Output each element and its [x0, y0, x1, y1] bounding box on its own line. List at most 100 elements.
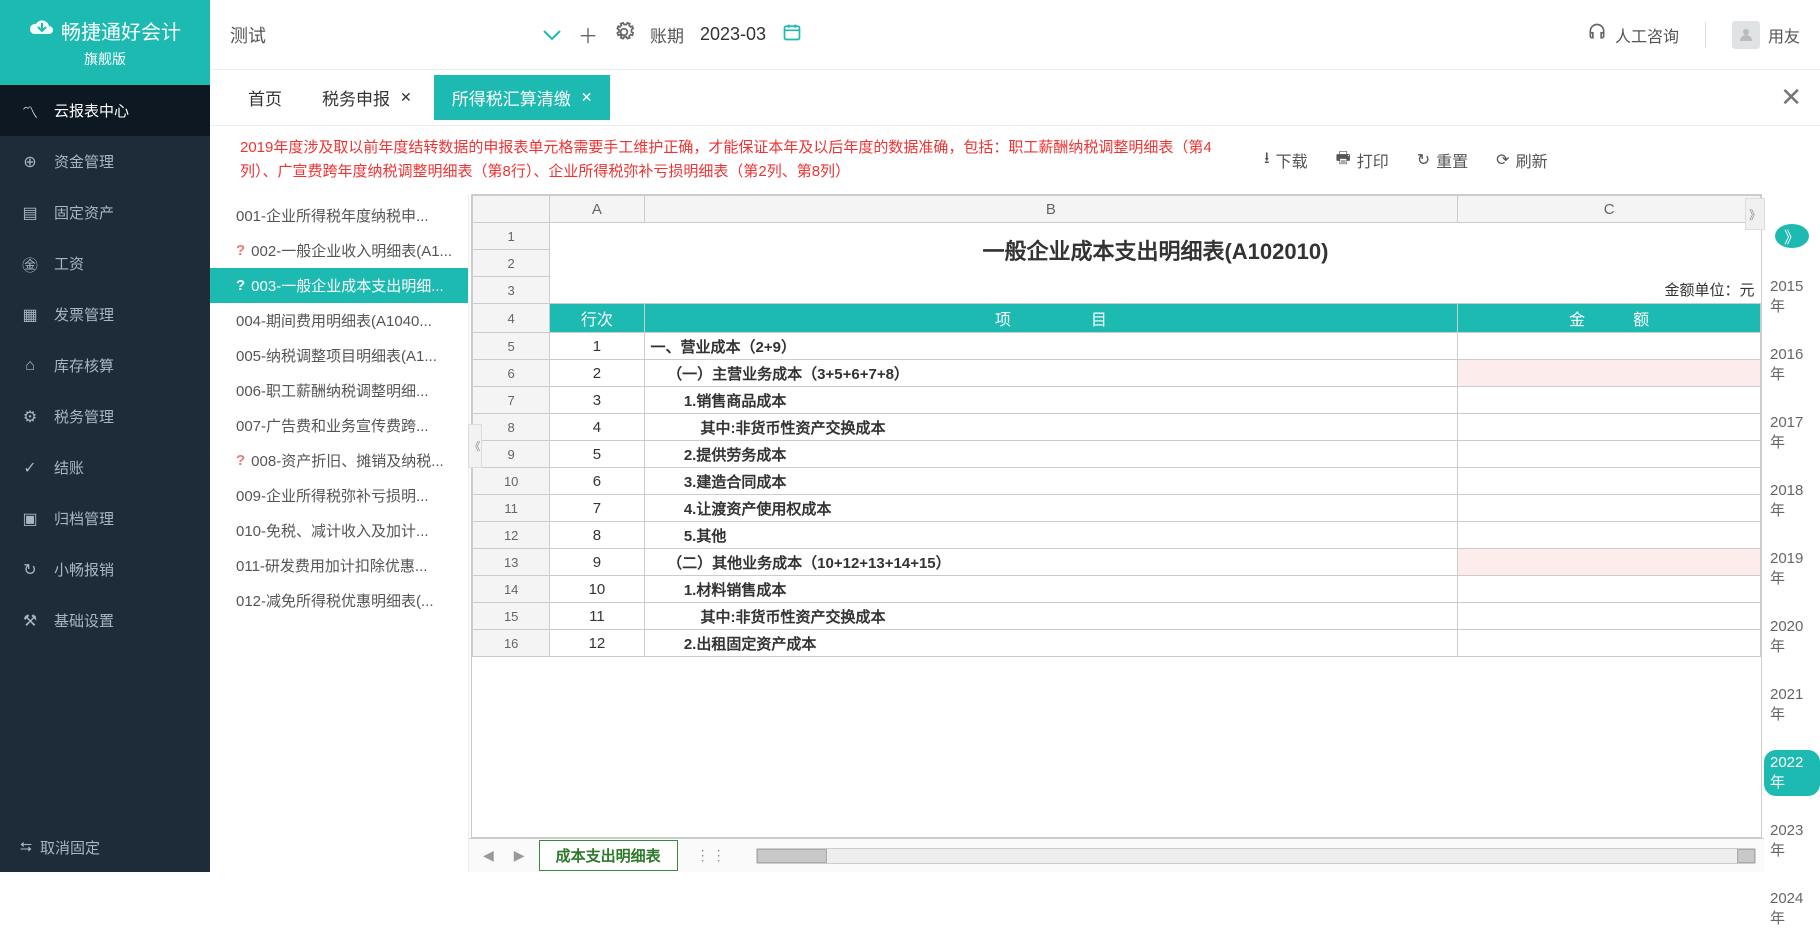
cell-amount[interactable] — [1458, 576, 1761, 603]
sidebar-item[interactable]: ⌂库存核算 — [0, 340, 210, 391]
tab-home[interactable]: 首页 — [230, 75, 300, 120]
cell-amount[interactable] — [1458, 495, 1761, 522]
reset-button[interactable]: ↻重置 — [1413, 144, 1472, 176]
sheet-next-icon[interactable]: ▶ — [508, 847, 531, 864]
horizontal-scrollbar[interactable] — [756, 848, 1756, 864]
year-pill[interactable]: 2017年 — [1764, 410, 1820, 456]
cell-seq[interactable]: 2 — [550, 360, 644, 387]
refresh-button[interactable]: ⟳刷新 — [1492, 144, 1551, 176]
sidebar-pin-toggle[interactable]: ⮀ 取消固定 — [0, 823, 210, 872]
form-list-item[interactable]: 004-期间费用明细表(A1040... — [210, 303, 468, 338]
year-pill[interactable]: 2023年 — [1764, 818, 1820, 864]
row-number: 9 — [473, 441, 550, 468]
sheet-more-icon[interactable]: ⋮⋮ — [686, 847, 738, 864]
cell-amount[interactable] — [1458, 360, 1761, 387]
calendar-icon[interactable] — [782, 22, 802, 48]
tab-close-icon[interactable]: ✕ — [581, 89, 593, 106]
row-number: 3 — [473, 277, 550, 304]
cell-item[interactable]: 其中:非货币性资产交换成本 — [644, 603, 1458, 630]
year-pill[interactable]: 2016年 — [1764, 342, 1820, 388]
form-list-item[interactable]: 012-减免所得税优惠明细表(... — [210, 583, 468, 618]
year-pill[interactable]: 2015年 — [1764, 274, 1820, 320]
sidebar-item[interactable]: ▤固定资产 — [0, 187, 210, 238]
year-pill[interactable]: 2021年 — [1764, 682, 1820, 728]
cell-item[interactable]: （二）其他业务成本（10+12+13+14+15） — [644, 549, 1458, 576]
download-button[interactable]: ⭳下载 — [1260, 143, 1312, 178]
cell-item[interactable]: 3.建造合同成本 — [644, 468, 1458, 495]
cell-seq[interactable]: 11 — [550, 603, 644, 630]
cell-seq[interactable]: 3 — [550, 387, 644, 414]
settings-gear-icon[interactable] — [614, 22, 634, 48]
cell-amount[interactable] — [1458, 522, 1761, 549]
cell-amount[interactable] — [1458, 333, 1761, 360]
spreadsheet[interactable]: ABC 1一般企业成本支出明细表(A102010) 2 3金额单位：元 4行次项… — [471, 194, 1762, 838]
sidebar-item[interactable]: ▦发票管理 — [0, 289, 210, 340]
year-pill[interactable]: 2024年 — [1764, 886, 1820, 932]
cell-item[interactable]: 一、营业成本（2+9） — [644, 333, 1458, 360]
form-list-item[interactable]: ?008-资产折旧、摊销及纳税... — [210, 443, 468, 478]
collapse-list-toggle[interactable]: 《 — [468, 424, 482, 468]
year-pill[interactable]: 2020年 — [1764, 614, 1820, 660]
cell-seq[interactable]: 9 — [550, 549, 644, 576]
cell-item[interactable]: 4.让渡资产使用权成本 — [644, 495, 1458, 522]
cell-seq[interactable]: 1 — [550, 333, 644, 360]
cell-item[interactable]: 1.销售商品成本 — [644, 387, 1458, 414]
cell-seq[interactable]: 12 — [550, 630, 644, 657]
expand-panel-toggle[interactable]: 》 — [1745, 198, 1765, 230]
form-list-item[interactable]: 007-广告费和业务宣传费跨... — [210, 408, 468, 443]
sidebar-item[interactable]: ⚙税务管理 — [0, 391, 210, 442]
cell-amount[interactable] — [1458, 603, 1761, 630]
form-list-item[interactable]: 010-免税、减计收入及加计... — [210, 513, 468, 548]
consult-button[interactable]: 人工咨询 — [1587, 22, 1679, 47]
sidebar-item-icon: ⌂ — [20, 356, 40, 376]
cell-seq[interactable]: 8 — [550, 522, 644, 549]
cell-seq[interactable]: 5 — [550, 441, 644, 468]
year-pill[interactable]: 2022年 — [1764, 750, 1820, 796]
cell-amount[interactable] — [1458, 414, 1761, 441]
sidebar-item[interactable]: ▣归档管理 — [0, 493, 210, 544]
close-all-tabs-icon[interactable]: ✕ — [1780, 82, 1802, 113]
tab-close-icon[interactable]: ✕ — [400, 89, 412, 106]
year-expand-fab[interactable]: 》 — [1775, 224, 1809, 248]
tab-tax-declare[interactable]: 税务申报✕ — [304, 75, 430, 120]
year-pill[interactable]: 2019年 — [1764, 546, 1820, 592]
form-list-item[interactable]: ?003-一般企业成本支出明细... — [210, 268, 468, 303]
cell-item[interactable]: 2.提供劳务成本 — [644, 441, 1458, 468]
cell-item[interactable]: 其中:非货币性资产交换成本 — [644, 414, 1458, 441]
cell-amount[interactable] — [1458, 387, 1761, 414]
cell-item[interactable]: 1.材料销售成本 — [644, 576, 1458, 603]
cell-item[interactable]: （一）主营业务成本（3+5+6+7+8） — [644, 360, 1458, 387]
col-header-a: A — [550, 196, 644, 223]
sidebar-item[interactable]: ⚒基础设置 — [0, 595, 210, 646]
cell-seq[interactable]: 6 — [550, 468, 644, 495]
cell-seq[interactable]: 7 — [550, 495, 644, 522]
sidebar-item[interactable]: ✓结账 — [0, 442, 210, 493]
form-list-item[interactable]: 006-职工薪酬纳税调整明细... — [210, 373, 468, 408]
form-item-label: 011-研发费用加计扣除优惠... — [236, 555, 427, 576]
sheet-tab[interactable]: 成本支出明细表 — [539, 840, 678, 871]
cell-amount[interactable] — [1458, 630, 1761, 657]
tab-income-tax-settlement[interactable]: 所得税汇算清缴✕ — [434, 75, 611, 120]
sidebar-item[interactable]: ↻小畅报销 — [0, 544, 210, 595]
sheet-prev-icon[interactable]: ◀ — [477, 847, 500, 864]
cell-amount[interactable] — [1458, 441, 1761, 468]
cell-amount[interactable] — [1458, 468, 1761, 495]
sidebar-item[interactable]: 〽云报表中心 — [0, 85, 210, 136]
cell-seq[interactable]: 10 — [550, 576, 644, 603]
year-pill[interactable]: 2018年 — [1764, 478, 1820, 524]
form-list-item[interactable]: 009-企业所得税弥补亏损明... — [210, 478, 468, 513]
form-list-item[interactable]: ?002-一般企业收入明细表(A1... — [210, 233, 468, 268]
form-list-item[interactable]: 011-研发费用加计扣除优惠... — [210, 548, 468, 583]
sidebar-item[interactable]: ⊕资金管理 — [0, 136, 210, 187]
add-button[interactable]: ＋ — [578, 20, 598, 49]
user-menu[interactable]: 用友 — [1732, 21, 1800, 49]
cell-item[interactable]: 2.出租固定资产成本 — [644, 630, 1458, 657]
print-button[interactable]: 🖶打印 — [1332, 143, 1393, 178]
cell-amount[interactable] — [1458, 549, 1761, 576]
form-list-item[interactable]: 005-纳税调整项目明细表(A1... — [210, 338, 468, 373]
cell-seq[interactable]: 4 — [550, 414, 644, 441]
sidebar-item[interactable]: ㊎工资 — [0, 238, 210, 289]
cell-item[interactable]: 5.其他 — [644, 522, 1458, 549]
form-list-item[interactable]: 001-企业所得税年度纳税申... — [210, 198, 468, 233]
org-dropdown[interactable] — [282, 29, 562, 41]
